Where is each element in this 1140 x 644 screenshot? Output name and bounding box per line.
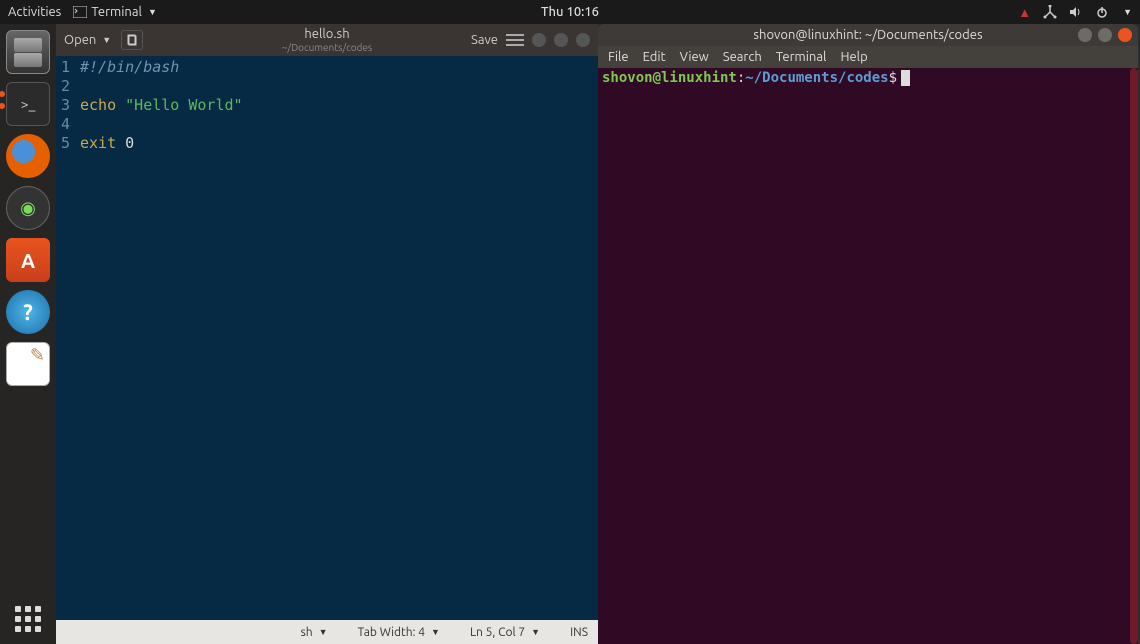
- terminal-icon: [73, 6, 87, 18]
- launcher-show-apps[interactable]: [15, 606, 41, 632]
- open-button[interactable]: Open ▼: [64, 33, 111, 47]
- launcher-dock: [0, 24, 56, 644]
- menu-terminal[interactable]: Terminal: [776, 50, 827, 64]
- launcher-files[interactable]: [6, 30, 50, 74]
- gedit-window: Open ▼ hello.sh ~/Documents/codes Save 1…: [56, 24, 598, 644]
- menu-view[interactable]: View: [680, 50, 709, 64]
- menu-edit[interactable]: Edit: [643, 50, 666, 64]
- menu-help[interactable]: Help: [840, 50, 867, 64]
- minimize-button[interactable]: [1078, 28, 1092, 42]
- app-indicator-label: Terminal: [91, 5, 142, 19]
- volume-icon[interactable]: [1069, 5, 1083, 19]
- launcher-software[interactable]: [6, 238, 50, 282]
- status-tabwidth[interactable]: Tab Width: 4▼: [358, 626, 440, 639]
- terminal-titlebar: shovon@linuxhint: ~/Documents/codes: [598, 24, 1138, 46]
- gnome-topbar: Activities Terminal ▼ Thu 10:16 ▲ ▼: [0, 0, 1140, 24]
- status-language[interactable]: sh▼: [301, 626, 328, 639]
- chevron-down-icon: ▼: [102, 35, 111, 45]
- line-gutter: 1 2 3 4 5: [56, 56, 74, 620]
- document-subtitle: ~/Documents/codes: [282, 42, 373, 53]
- maximize-button[interactable]: [554, 33, 568, 47]
- new-tab-button[interactable]: [121, 30, 143, 50]
- maximize-button[interactable]: [1098, 28, 1112, 42]
- terminal-window: shovon@linuxhint: ~/Documents/codes File…: [598, 24, 1138, 644]
- launcher-terminal[interactable]: [6, 82, 50, 126]
- power-icon[interactable]: [1095, 5, 1109, 19]
- launcher-rhythmbox[interactable]: [6, 186, 50, 230]
- code-area[interactable]: #!/bin/bash echo "Hello World" exit 0: [74, 56, 598, 620]
- save-button[interactable]: Save: [471, 33, 498, 47]
- scrollbar[interactable]: [1130, 68, 1138, 644]
- launcher-firefox[interactable]: [6, 134, 50, 178]
- close-button[interactable]: [576, 33, 590, 47]
- launcher-help[interactable]: [6, 290, 50, 334]
- new-document-icon: [126, 34, 138, 46]
- activities-button[interactable]: Activities: [8, 5, 61, 19]
- menu-file[interactable]: File: [608, 50, 629, 64]
- terminal-title: shovon@linuxhint: ~/Documents/codes: [753, 28, 982, 42]
- open-label: Open: [64, 33, 96, 47]
- minimize-button[interactable]: [532, 33, 546, 47]
- chevron-down-icon: ▼: [1123, 7, 1132, 17]
- terminal-body[interactable]: shovon@linuxhint:~/Documents/codes$: [598, 68, 1138, 644]
- status-insert-mode: INS: [570, 626, 588, 639]
- network-icon[interactable]: [1043, 5, 1057, 19]
- terminal-menubar: File Edit View Search Terminal Help: [598, 46, 1138, 68]
- prompt-userhost: shovon@linuxhint: [602, 70, 737, 86]
- clock[interactable]: Thu 10:16: [541, 5, 599, 19]
- menu-search[interactable]: Search: [723, 50, 762, 64]
- document-title: hello.sh: [282, 27, 373, 41]
- warning-icon[interactable]: ▲: [1018, 5, 1031, 20]
- editor-body[interactable]: 1 2 3 4 5 #!/bin/bash echo "Hello World"…: [56, 56, 598, 620]
- menu-button[interactable]: [506, 34, 524, 46]
- launcher-text-editor[interactable]: [6, 342, 50, 386]
- prompt-path: ~/Documents/codes: [745, 70, 888, 86]
- gedit-statusbar: sh▼ Tab Width: 4▼ Ln 5, Col 7▼ INS: [56, 620, 598, 644]
- close-button[interactable]: [1118, 28, 1132, 42]
- chevron-down-icon: ▼: [148, 7, 157, 17]
- status-position[interactable]: Ln 5, Col 7▼: [470, 626, 540, 639]
- cursor: [901, 70, 910, 86]
- gedit-headerbar: Open ▼ hello.sh ~/Documents/codes Save: [56, 24, 598, 56]
- app-indicator[interactable]: Terminal ▼: [73, 5, 157, 19]
